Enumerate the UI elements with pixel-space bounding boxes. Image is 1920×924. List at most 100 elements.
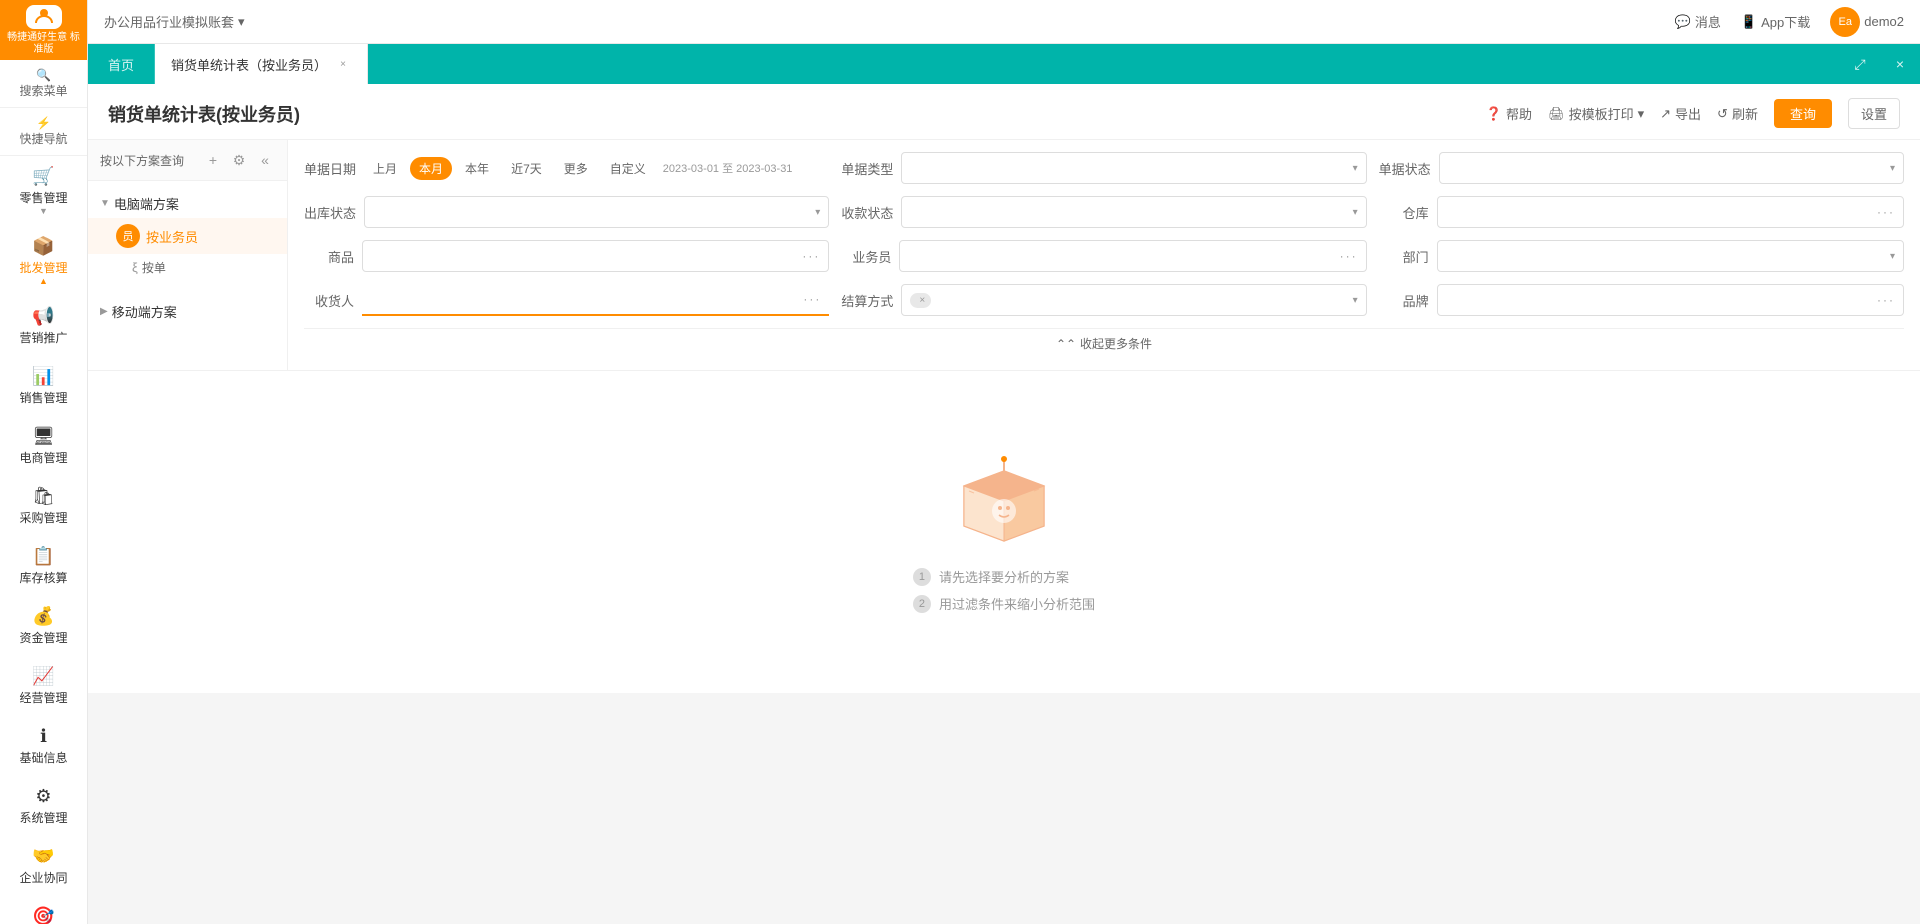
main-area: 办公用品行业模拟账套 ▾ 💬 消息 📱 App下载 Ea demo2 首页	[88, 0, 1920, 924]
receiver-more-icon: ···	[803, 292, 821, 306]
sub-item-icon: ξ	[132, 260, 138, 275]
payment-method-control[interactable]: × ▾	[901, 284, 1366, 316]
mobile-scheme-header[interactable]: ▶ 移动端方案	[88, 297, 287, 326]
more-date-btn[interactable]: 更多	[555, 157, 597, 180]
active-tab[interactable]: 销货单统计表（按业务员） ×	[155, 44, 368, 84]
department-label: 部门	[1379, 247, 1429, 266]
empty-tip-1: 1 请先选择要分析的方案	[913, 567, 1095, 586]
sidebar-item-finance[interactable]: 💰 资金管理	[0, 596, 87, 656]
quick-nav-icon: ⚡	[36, 116, 51, 130]
collapse-panel-button[interactable]: «	[255, 150, 275, 170]
sidebar-item-inventory[interactable]: 📋 库存核算	[0, 536, 87, 596]
receiver-label: 收货人	[304, 291, 354, 310]
doc-status-control[interactable]: ▾	[1439, 152, 1904, 184]
desktop-scheme-group: ▼ 电脑端方案 员 按业务员 ξ 按单	[88, 181, 287, 289]
tip-2-text: 用过滤条件来缩小分析范围	[939, 594, 1095, 613]
marketing-icon: 📢	[32, 306, 54, 327]
export-icon: ↗	[1660, 106, 1671, 122]
sidebar-item-retail[interactable]: 🛒 零售管理 ▼	[0, 156, 87, 226]
export-button[interactable]: ↗ 导出	[1660, 104, 1701, 123]
sidebar-item-enterprise[interactable]: 🤝 企业协同	[0, 836, 87, 896]
refresh-label: 刷新	[1732, 104, 1758, 123]
sidebar-item-system[interactable]: ⚙ 系统管理	[0, 776, 87, 836]
help-button[interactable]: ❓ 帮助	[1486, 104, 1532, 123]
salesperson-control[interactable]: ···	[899, 240, 1366, 272]
sidebar: 畅捷通好生意 标准版 🔍 搜索菜单 ⚡ 快捷导航 🛒 零售管理 ▼ 📦 批发管理…	[0, 0, 88, 924]
app-download-button[interactable]: 📱 App下载	[1741, 12, 1810, 31]
current-year-btn[interactable]: 本年	[456, 157, 498, 180]
doc-type-control[interactable]: ▾	[901, 152, 1366, 184]
sidebar-item-ecommerce[interactable]: 🖥 电商管理	[0, 416, 87, 476]
add-scheme-button[interactable]: +	[203, 150, 223, 170]
sidebar-purchase-label: 采购管理	[19, 509, 67, 526]
collapse-up-icon: ⌃⌃	[1056, 337, 1076, 351]
sidebar-item-newbie[interactable]: 🎯 新手引导	[0, 896, 87, 924]
query-button[interactable]: 查询	[1774, 99, 1832, 128]
by-order-sub-item[interactable]: ξ 按单	[88, 254, 287, 281]
out-status-control[interactable]: ▾	[364, 196, 829, 228]
filter-row-1: 单据日期 上月 本月 本年	[304, 152, 1904, 184]
sidebar-item-marketing[interactable]: 📢 营销推广	[0, 296, 87, 356]
user-profile[interactable]: Ea demo2	[1830, 7, 1904, 37]
salesperson-scheme-item[interactable]: 员 按业务员	[88, 218, 287, 254]
sidebar-item-search[interactable]: 🔍 搜索菜单	[0, 60, 87, 108]
payment-method-tag: ×	[910, 293, 931, 308]
refresh-button[interactable]: ↺ 刷新	[1717, 104, 1758, 123]
last-month-btn[interactable]: 上月	[364, 157, 406, 180]
template-print-button[interactable]: 🖨 按模板打印 ▾	[1548, 104, 1644, 123]
doc-status-filter-item: 单据状态 ▾	[1379, 152, 1904, 184]
logo-icon	[26, 5, 62, 29]
last-7-days-btn[interactable]: 近7天	[502, 157, 551, 180]
tabbar: 首页 销货单统计表（按业务员） × ⤢ ×	[88, 44, 1920, 84]
sidebar-item-sales[interactable]: 📊 销售管理	[0, 356, 87, 416]
date-filter-item: 单据日期 上月 本月 本年	[304, 157, 829, 180]
purchase-icon: 🛍	[32, 486, 55, 507]
filter-row-3: 商品 ··· 业务员 ···	[304, 240, 1904, 272]
maximize-button[interactable]: ⤢	[1840, 44, 1880, 84]
sales-icon: 📊	[32, 366, 54, 387]
app-logo: 畅捷通好生意 标准版	[0, 0, 88, 60]
collapse-bar[interactable]: ⌃⌃ 收起更多条件	[304, 328, 1904, 358]
department-control[interactable]: ▾	[1437, 240, 1904, 272]
retail-icon: 🛒	[32, 166, 54, 187]
close-window-button[interactable]: ×	[1880, 44, 1920, 84]
enterprise-icon: 🤝	[32, 846, 54, 867]
export-label: 导出	[1675, 104, 1701, 123]
messages-button[interactable]: 💬 消息	[1675, 12, 1721, 31]
empty-icon	[944, 451, 1064, 551]
warehouse-control[interactable]: ···	[1437, 196, 1904, 228]
salesperson-more-icon: ···	[1340, 249, 1358, 263]
sidebar-enterprise-label: 企业协同	[19, 869, 67, 886]
sidebar-inventory-label: 库存核算	[19, 569, 67, 586]
sidebar-item-quick-nav[interactable]: ⚡ 快捷导航	[0, 108, 87, 156]
product-label: 商品	[304, 247, 354, 266]
current-month-btn[interactable]: 本月	[410, 157, 452, 180]
sidebar-item-management[interactable]: 📈 经营管理	[0, 656, 87, 716]
settings-button[interactable]: 设置	[1848, 98, 1900, 129]
custom-date-btn[interactable]: 自定义	[601, 157, 655, 180]
collapse-label: 收起更多条件	[1080, 335, 1152, 352]
home-tab[interactable]: 首页	[88, 44, 155, 84]
clear-payment-method-button[interactable]: ×	[919, 295, 925, 306]
sidebar-marketing-label: 营销推广	[19, 329, 67, 346]
left-panel: 按以下方案查询 + ⚙ «	[88, 140, 288, 370]
receiver-control[interactable]: ···	[362, 284, 829, 316]
desktop-scheme-header[interactable]: ▼ 电脑端方案	[88, 189, 287, 218]
brand-control[interactable]: ···	[1437, 284, 1904, 316]
left-panel-icons: + ⚙ «	[203, 150, 275, 170]
receiver-filter-item: 收货人 ···	[304, 284, 829, 316]
sidebar-search-label: 搜索菜单	[19, 82, 67, 99]
sidebar-item-purchase[interactable]: 🛍 采购管理	[0, 476, 87, 536]
mobile-scheme-group: ▶ 移动端方案	[88, 289, 287, 334]
sidebar-item-basic-info[interactable]: ℹ 基础信息	[0, 716, 87, 776]
out-status-filter-item: 出库状态 ▾	[304, 196, 829, 228]
product-control[interactable]: ···	[362, 240, 829, 272]
warehouse-more-icon: ···	[1877, 205, 1895, 219]
empty-state: 1 请先选择要分析的方案 2 用过滤条件来缩小分析范围	[88, 371, 1920, 693]
brand-more-icon: ···	[1877, 293, 1895, 307]
sidebar-item-wholesale[interactable]: 📦 批发管理 ▲	[0, 226, 87, 296]
scheme-settings-button[interactable]: ⚙	[229, 150, 249, 170]
tab-close-button[interactable]: ×	[335, 56, 351, 72]
settings-label: 设置	[1861, 104, 1887, 123]
payment-status-control[interactable]: ▾	[901, 196, 1366, 228]
